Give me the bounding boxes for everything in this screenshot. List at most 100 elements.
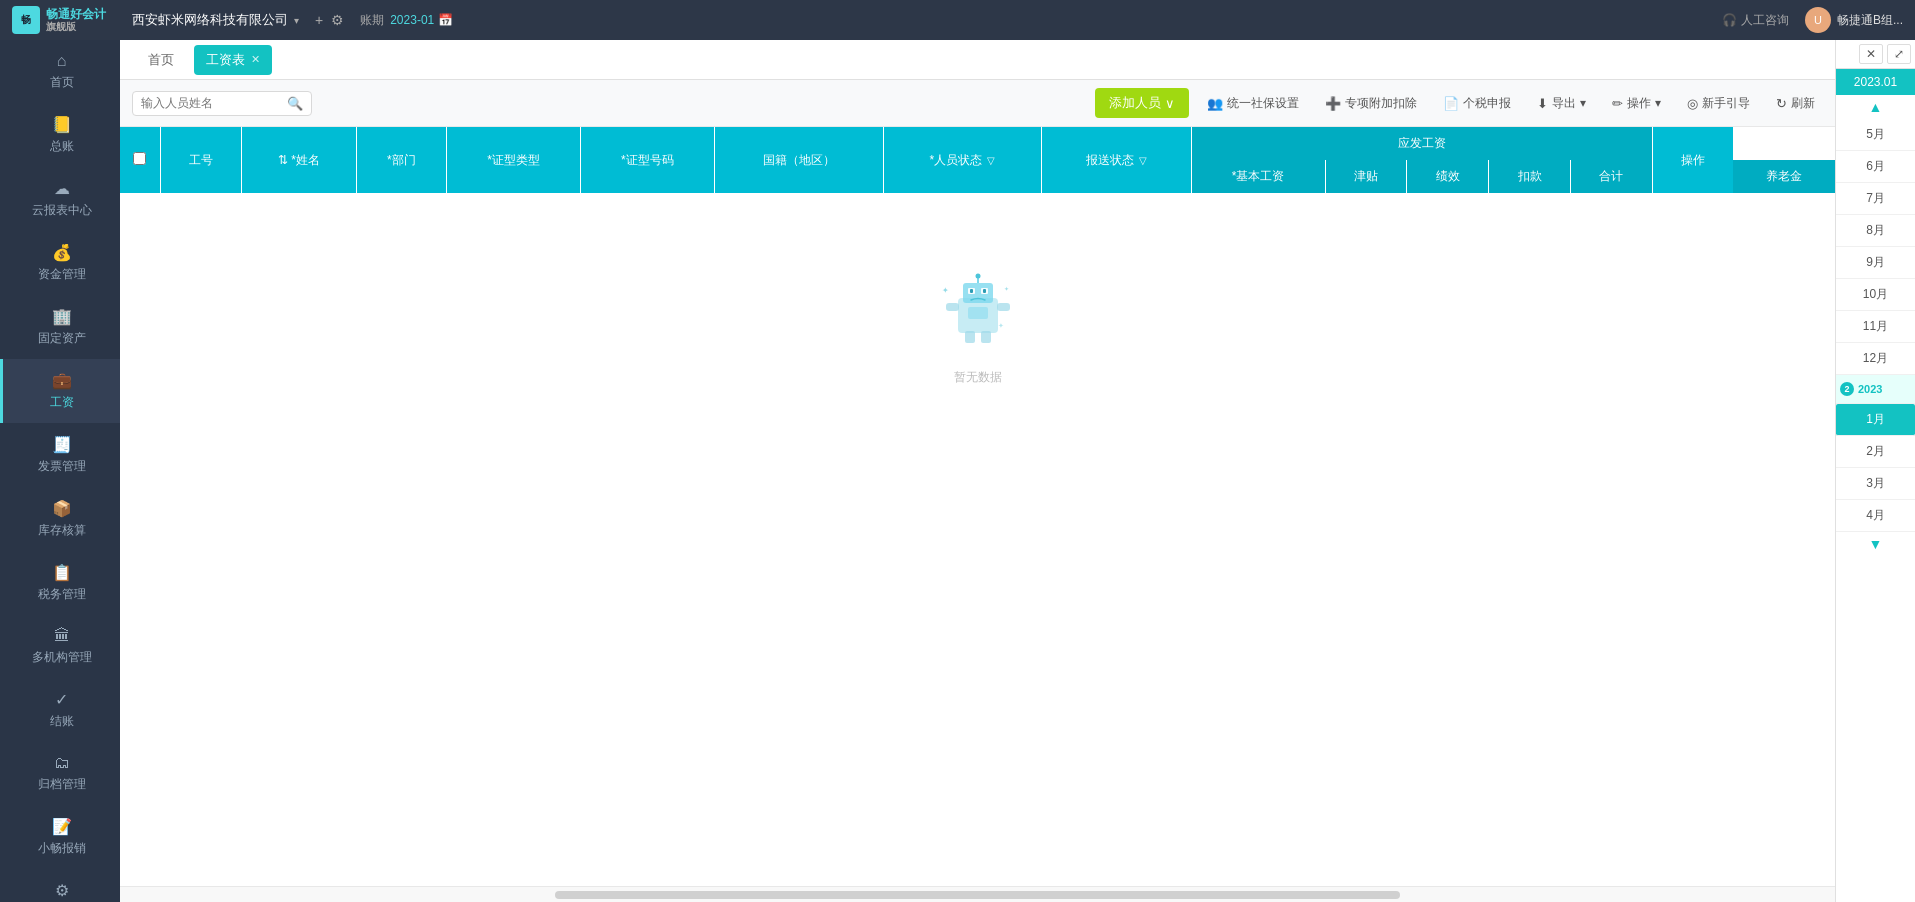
tax-report-icon: 📄 — [1443, 96, 1459, 111]
nation-header: 国籍（地区） — [714, 127, 883, 193]
sidebar-label-ledger: 总账 — [50, 138, 74, 155]
month-item-4[interactable]: 4月 — [1836, 500, 1915, 532]
month-item-7[interactable]: 7月 — [1836, 183, 1915, 215]
sidebar-item-ledger[interactable]: 📒 总账 — [0, 103, 120, 167]
new-guide-button[interactable]: ◎ 新手引导 — [1679, 91, 1758, 116]
logo-area: 畅 畅通好会计 旗舰版 — [12, 6, 132, 34]
tab-salary-table[interactable]: 工资表 ✕ — [194, 45, 272, 75]
tax-report-button[interactable]: 📄 个税申报 — [1435, 91, 1519, 116]
add-person-button[interactable]: 添加人员 ∨ — [1095, 88, 1189, 118]
expand-panel-button[interactable]: ⤢ — [1887, 44, 1911, 64]
social-security-button[interactable]: 👥 统一社保设置 — [1199, 91, 1307, 116]
month-item-3[interactable]: 3月 — [1836, 468, 1915, 500]
company-selector[interactable]: 西安虾米网络科技有限公司 ▾ — [132, 11, 299, 29]
top-right: 🎧 人工咨询 U 畅捷通B组... — [1722, 7, 1903, 33]
add-company-button[interactable]: + — [315, 12, 323, 28]
sidebar-item-archive[interactable]: 🗂 归档管理 — [0, 742, 120, 805]
sidebar-label-invoice: 发票管理 — [38, 458, 86, 475]
month-item-6[interactable]: 6月 — [1836, 151, 1915, 183]
sidebar-item-home[interactable]: ⌂ 首页 — [0, 40, 120, 103]
month-item-12[interactable]: 12月 — [1836, 343, 1915, 375]
month-item-10[interactable]: 10月 — [1836, 279, 1915, 311]
svg-text:✦: ✦ — [942, 286, 949, 295]
sidebar-item-fixed-assets[interactable]: 🏢 固定资产 — [0, 295, 120, 359]
month-item-8[interactable]: 8月 — [1836, 215, 1915, 247]
empty-robot-icon: ✦ ✦ ✦ — [938, 273, 1018, 353]
panel-header: 2023.01 — [1836, 69, 1915, 95]
svg-point-3 — [975, 274, 980, 279]
person-status-filter-icon[interactable]: ▽ — [987, 155, 995, 166]
checkbox-header[interactable] — [120, 127, 160, 193]
report-status-header: 报送状态 ▽ — [1042, 127, 1192, 193]
sidebar-item-settlement[interactable]: ✓ 结账 — [0, 678, 120, 742]
month-item-9[interactable]: 9月 — [1836, 247, 1915, 279]
sidebar-item-invoice[interactable]: 🧾 发票管理 — [0, 423, 120, 487]
year-badge-2023: 2 — [1840, 382, 1854, 396]
export-button[interactable]: ⬇ 导出 ▾ — [1529, 91, 1594, 116]
month-item-1-active[interactable]: 1月 — [1836, 404, 1915, 436]
period-label: 账期 — [360, 12, 384, 29]
settings-icon: ⚙ — [55, 881, 69, 900]
empty-text: 暂无数据 — [954, 369, 1002, 386]
search-icon[interactable]: 🔍 — [287, 96, 303, 111]
bottom-scrollbar-area — [120, 886, 1835, 902]
month-item-11[interactable]: 11月 — [1836, 311, 1915, 343]
sidebar-item-cloud-report[interactable]: ☁ 云报表中心 — [0, 167, 120, 231]
month-item-2[interactable]: 2月 — [1836, 436, 1915, 468]
report-status-filter-icon[interactable]: ▽ — [1139, 155, 1147, 166]
fund-icon: 💰 — [52, 243, 72, 262]
support-button[interactable]: 🎧 人工咨询 — [1722, 12, 1789, 29]
empty-state: ✦ ✦ ✦ 暂无数据 — [120, 193, 1835, 466]
operate-button[interactable]: ✏ 操作 ▾ — [1604, 91, 1669, 116]
sidebar-item-fund[interactable]: 💰 资金管理 — [0, 231, 120, 295]
select-all-checkbox[interactable] — [133, 152, 146, 165]
operate-arrow-icon: ▾ — [1655, 96, 1661, 110]
pension-header: 养老金 — [1733, 160, 1835, 193]
app-edition: 旗舰版 — [46, 21, 106, 33]
prev-year-button[interactable]: ▲ — [1836, 95, 1915, 119]
sidebar-label-multi-org: 多机构管理 — [32, 649, 92, 666]
search-wrap: 🔍 — [132, 91, 312, 116]
refresh-icon: ↻ — [1776, 96, 1787, 111]
tab-home[interactable]: 首页 — [132, 45, 190, 75]
cloud-icon: ☁ — [54, 179, 70, 198]
svg-rect-9 — [997, 303, 1010, 311]
sidebar-item-multi-org[interactable]: 🏛 多机构管理 — [0, 615, 120, 678]
empty-row: ✦ ✦ ✦ 暂无数据 — [120, 193, 1835, 466]
tab-close-icon[interactable]: ✕ — [251, 53, 260, 66]
dept-header: *部门 — [356, 127, 446, 193]
chevron-down-icon: ▾ — [294, 15, 299, 26]
user-info[interactable]: U 畅捷通B组... — [1805, 7, 1903, 33]
next-year-button[interactable]: ▼ — [1836, 532, 1915, 556]
sidebar-item-inventory[interactable]: 📦 库存核算 — [0, 487, 120, 551]
settings-button[interactable]: ⚙ — [331, 12, 344, 28]
svg-rect-1 — [963, 283, 993, 303]
period-value[interactable]: 2023-01 — [390, 13, 434, 27]
year-2023-label: 2 2023 — [1836, 375, 1915, 404]
sidebar-item-expense[interactable]: 📝 小畅报销 — [0, 805, 120, 869]
avatar: U — [1805, 7, 1831, 33]
toolbar-right: 添加人员 ∨ 👥 统一社保设置 ➕ 专项附加扣除 📄 个税申报 — [1095, 88, 1823, 118]
month-item-5[interactable]: 5月 — [1836, 119, 1915, 151]
content-area: 首页 工资表 ✕ 🔍 添加人员 ∨ 👥 — [120, 40, 1835, 902]
panel-controls: ✕ ⤢ — [1836, 40, 1915, 69]
settlement-icon: ✓ — [55, 690, 68, 709]
sidebar: ⌂ 首页 📒 总账 ☁ 云报表中心 💰 资金管理 🏢 固定资产 💼 工资 🧾 发… — [0, 40, 120, 902]
close-panel-button[interactable]: ✕ — [1859, 44, 1883, 64]
svg-rect-11 — [981, 331, 991, 343]
sidebar-item-salary[interactable]: 💼 工资 — [0, 359, 120, 423]
invoice-icon: 🧾 — [52, 435, 72, 454]
calendar-icon[interactable]: 📅 — [438, 13, 453, 27]
horizontal-scrollbar[interactable] — [555, 891, 1401, 899]
month-panel: ✕ ⤢ 2023.01 ▲ 5月 6月 7月 8月 9月 10月 11月 12月… — [1835, 40, 1915, 902]
tax-icon: 📋 — [52, 563, 72, 582]
sidebar-item-settings[interactable]: ⚙ 基础设置 — [0, 869, 120, 902]
app-logo: 畅 — [12, 6, 40, 34]
deduction-button[interactable]: ➕ 专项附加扣除 — [1317, 91, 1425, 116]
svg-rect-12 — [968, 307, 988, 319]
sidebar-label-cloud-report: 云报表中心 — [32, 202, 92, 219]
total-header: 合计 — [1570, 160, 1652, 193]
refresh-button[interactable]: ↻ 刷新 — [1768, 91, 1823, 116]
sidebar-item-tax[interactable]: 📋 税务管理 — [0, 551, 120, 615]
search-input[interactable] — [141, 96, 281, 110]
